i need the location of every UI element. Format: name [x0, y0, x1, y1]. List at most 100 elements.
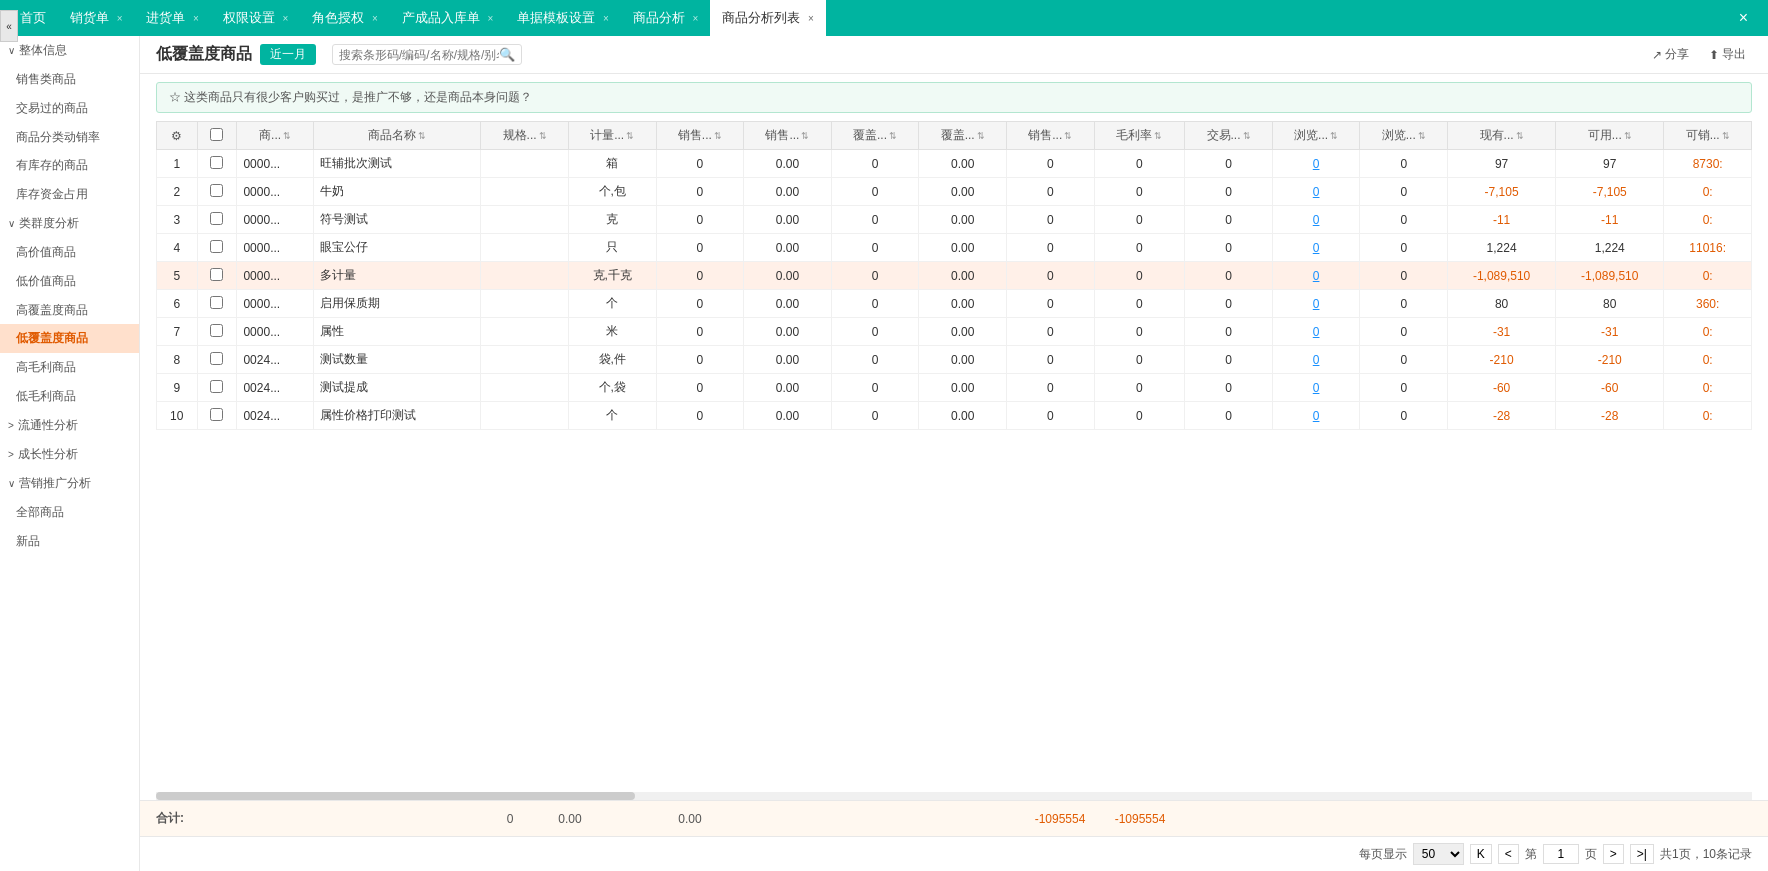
sidebar-item-all-goods[interactable]: 全部商品: [0, 498, 139, 527]
sidebar-item-traded-goods[interactable]: 交易过的商品: [0, 94, 139, 123]
cell-browse1[interactable]: 0: [1272, 262, 1360, 290]
cell-checkbox[interactable]: [197, 234, 237, 262]
nav-permission-settings[interactable]: 权限设置 ×: [211, 0, 300, 36]
nav-role-auth[interactable]: 角色授权 ×: [300, 0, 389, 36]
nav-close-icon[interactable]: ×: [117, 13, 123, 24]
cell-code: 0024...: [237, 346, 313, 374]
cell-code: 0000...: [237, 234, 313, 262]
horizontal-scrollbar[interactable]: [156, 792, 1752, 800]
cell-checkbox[interactable]: [197, 346, 237, 374]
sidebar-item-inventory-capital[interactable]: 库存资金占用: [0, 180, 139, 209]
sidebar-collapse-button[interactable]: «: [0, 10, 18, 42]
cell-sales-amount: 0.00: [744, 262, 832, 290]
cell-gross: 0: [1094, 150, 1185, 178]
sidebar-item-low-coverage[interactable]: 低覆盖度商品: [0, 324, 139, 353]
cell-name: 测试提成: [313, 374, 480, 402]
nav-product-inbound[interactable]: 产成品入库单 ×: [390, 0, 505, 36]
share-button[interactable]: ↗ 分享: [1646, 44, 1695, 65]
sidebar-section-marketing[interactable]: ∨ 营销推广分析: [0, 469, 139, 498]
nav-purchase-order[interactable]: 进货单 ×: [134, 0, 210, 36]
sidebar-section-liquidity[interactable]: > 流通性分析: [0, 411, 139, 440]
cell-trans: 0: [1185, 346, 1273, 374]
scrollbar-thumb[interactable]: [156, 792, 635, 800]
cell-available: -1,089,510: [1556, 262, 1664, 290]
cell-code: 0000...: [237, 206, 313, 234]
sidebar-section-cluster[interactable]: ∨ 类群度分析: [0, 209, 139, 238]
first-page-button[interactable]: K: [1470, 844, 1492, 864]
nav-close-icon[interactable]: ×: [603, 13, 609, 24]
cell-sales-count: 0: [656, 150, 744, 178]
nav-sales-order[interactable]: 销货单 ×: [58, 0, 134, 36]
per-page-select[interactable]: 50 20 100 200: [1413, 843, 1464, 865]
prev-page-button[interactable]: <: [1498, 844, 1519, 864]
page-number-input[interactable]: [1543, 844, 1579, 864]
nav-close-icon[interactable]: ×: [372, 13, 378, 24]
cell-checkbox[interactable]: [197, 206, 237, 234]
chevron-down-icon: ∨: [8, 45, 15, 56]
export-button[interactable]: ⬆ 导出: [1703, 44, 1752, 65]
cell-sales3: 0: [1006, 374, 1094, 402]
cell-browse1[interactable]: 0: [1272, 206, 1360, 234]
cell-code: 0000...: [237, 150, 313, 178]
nav-close-icon[interactable]: ×: [488, 13, 494, 24]
nav-close-icon[interactable]: ×: [808, 13, 814, 24]
footer-label: 合计:: [156, 810, 184, 827]
nav-close-icon[interactable]: ×: [193, 13, 199, 24]
time-filter-button[interactable]: 近一月: [260, 44, 316, 65]
nav-template-settings[interactable]: 单据模板设置 ×: [505, 0, 620, 36]
cell-checkbox[interactable]: [197, 318, 237, 346]
cell-browse2: 0: [1360, 234, 1448, 262]
cell-sales-count: 0: [656, 346, 744, 374]
select-all-checkbox[interactable]: [210, 128, 223, 141]
cell-checkbox[interactable]: [197, 178, 237, 206]
table-row: 4 0000... 眼宝公仔 只 0 0.00 0 0.00 0 0 0 0 0…: [157, 234, 1752, 262]
sidebar-item-low-gross[interactable]: 低毛利商品: [0, 382, 139, 411]
last-page-button[interactable]: >|: [1630, 844, 1654, 864]
sidebar-item-high-value[interactable]: 高价值商品: [0, 238, 139, 267]
cell-checkbox[interactable]: [197, 374, 237, 402]
sidebar-item-new-goods[interactable]: 新品: [0, 527, 139, 556]
sidebar-item-high-coverage[interactable]: 高覆盖度商品: [0, 296, 139, 325]
cell-sales-amount: 0.00: [744, 318, 832, 346]
cell-browse2: 0: [1360, 206, 1448, 234]
cell-browse1[interactable]: 0: [1272, 402, 1360, 430]
cell-browse2: 0: [1360, 150, 1448, 178]
cell-name: 旺辅批次测试: [313, 150, 480, 178]
cell-current: -11: [1448, 206, 1556, 234]
cell-browse1[interactable]: 0: [1272, 374, 1360, 402]
col-settings[interactable]: ⚙: [157, 122, 198, 150]
of-label: 页: [1585, 846, 1597, 863]
cell-browse1[interactable]: 0: [1272, 318, 1360, 346]
sidebar-item-category-turnover[interactable]: 商品分类动销率: [0, 123, 139, 152]
window-close-button[interactable]: ×: [1727, 9, 1760, 27]
cell-browse1[interactable]: 0: [1272, 346, 1360, 374]
cell-checkbox[interactable]: [197, 402, 237, 430]
search-input[interactable]: [339, 48, 499, 62]
nav-close-icon[interactable]: ×: [692, 13, 698, 24]
cell-saleable: 0:: [1664, 178, 1752, 206]
nav-product-analysis[interactable]: 商品分析 ×: [621, 0, 710, 36]
cell-browse2: 0: [1360, 290, 1448, 318]
cell-browse1[interactable]: 0: [1272, 150, 1360, 178]
cell-browse1[interactable]: 0: [1272, 290, 1360, 318]
cell-browse1[interactable]: 0: [1272, 178, 1360, 206]
cell-checkbox[interactable]: [197, 262, 237, 290]
cell-cov1: 0: [831, 234, 919, 262]
sidebar-item-low-value[interactable]: 低价值商品: [0, 267, 139, 296]
cell-checkbox[interactable]: [197, 290, 237, 318]
sidebar-section-growth[interactable]: > 成长性分析: [0, 440, 139, 469]
col-sales-amount: 销售...⇅: [744, 122, 832, 150]
col-checkbox[interactable]: [197, 122, 237, 150]
cell-browse1[interactable]: 0: [1272, 234, 1360, 262]
cell-unit: 克,千克: [568, 262, 656, 290]
nav-close-icon[interactable]: ×: [283, 13, 289, 24]
next-page-button[interactable]: >: [1603, 844, 1624, 864]
cell-checkbox[interactable]: [197, 150, 237, 178]
sidebar-item-stocked-goods[interactable]: 有库存的商品: [0, 151, 139, 180]
sidebar-section-overall[interactable]: ∨ 整体信息: [0, 36, 139, 65]
search-icon[interactable]: 🔍: [499, 47, 515, 62]
sidebar-item-sales-goods[interactable]: 销售类商品: [0, 65, 139, 94]
nav-product-analysis-list[interactable]: 商品分析列表 ×: [710, 0, 825, 36]
cell-cov1: 0: [831, 178, 919, 206]
sidebar-item-high-gross[interactable]: 高毛利商品: [0, 353, 139, 382]
